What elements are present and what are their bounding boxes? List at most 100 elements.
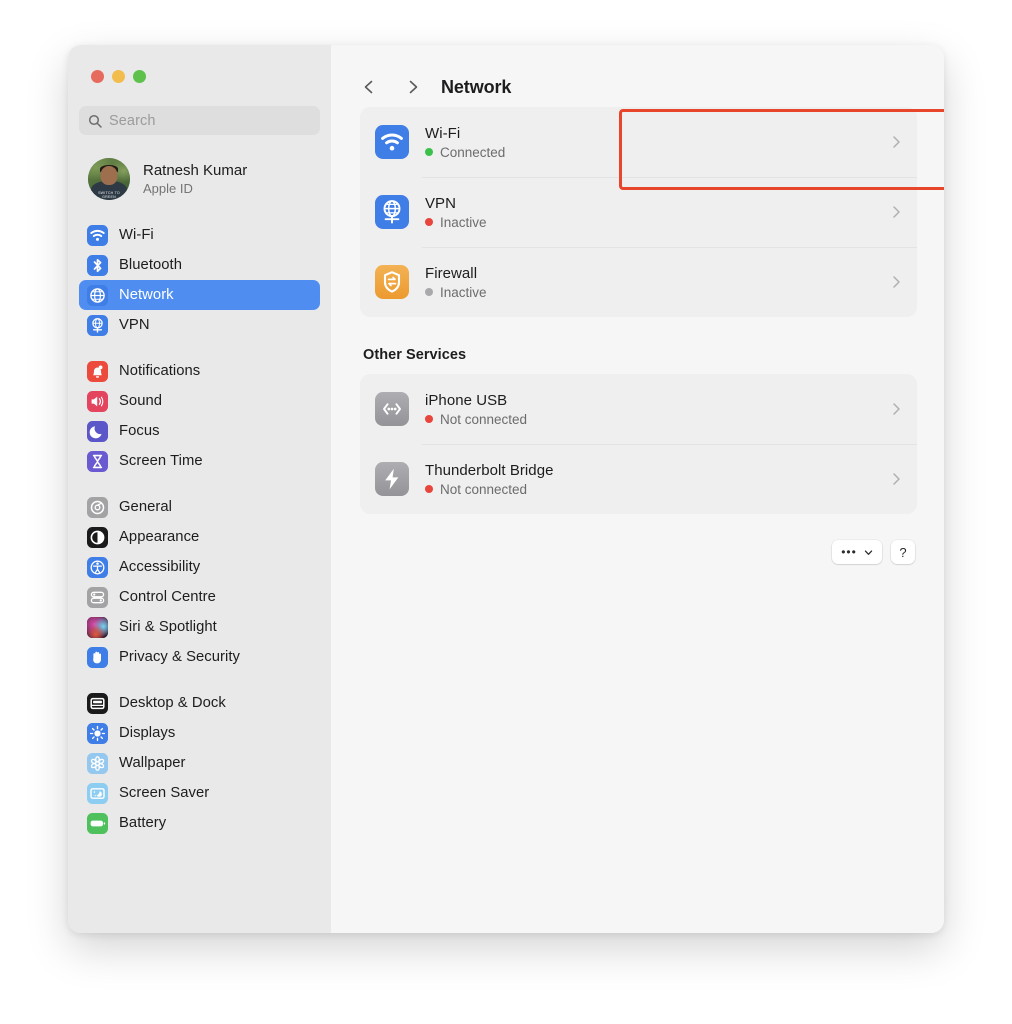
- status-label: Inactive: [440, 214, 487, 230]
- search-icon: [88, 114, 102, 128]
- service-status: Inactive: [425, 285, 889, 300]
- other-services-card: iPhone USB Not connected Thunderbolt Bri…: [360, 374, 917, 514]
- bluetooth-icon: [87, 254, 108, 276]
- service-row-vpn[interactable]: VPN Inactive: [360, 177, 917, 247]
- sidebar-item-label: Bluetooth: [119, 257, 182, 273]
- service-title: VPN: [425, 194, 456, 212]
- service-row-iphone-usb[interactable]: iPhone USB Not connected: [360, 374, 917, 444]
- service-row-thunderbolt-bridge[interactable]: Thunderbolt Bridge Not connected: [360, 444, 917, 514]
- sidebar-item-label: Sound: [119, 393, 163, 409]
- sidebar-item-control-centre[interactable]: Control Centre: [79, 582, 320, 612]
- hourglass-icon: [87, 450, 108, 472]
- wifi-icon: [87, 224, 108, 246]
- service-status: Connected: [425, 145, 889, 160]
- sidebar: Search SWITCH TO GREEN Ratnesh Kumar App…: [68, 45, 331, 933]
- footer-buttons: ••• ?: [360, 540, 917, 564]
- sidebar-item-screen-time[interactable]: Screen Time: [79, 446, 320, 476]
- bell-icon: [87, 360, 108, 382]
- system-settings-window: Search SWITCH TO GREEN Ratnesh Kumar App…: [68, 45, 944, 933]
- minimise-button[interactable]: [112, 70, 125, 83]
- sidebar-item-siri-spotlight[interactable]: Siri & Spotlight: [79, 612, 320, 642]
- sidebar-item-displays[interactable]: Displays: [79, 718, 320, 748]
- account-subtitle: Apple ID: [143, 181, 193, 196]
- more-options-label: •••: [841, 545, 857, 559]
- close-button[interactable]: [91, 70, 104, 83]
- more-options-button[interactable]: •••: [832, 540, 882, 564]
- sidebar-item-label: VPN: [119, 317, 150, 333]
- zoom-button[interactable]: [133, 70, 146, 83]
- wifi-icon: [375, 125, 409, 159]
- sidebar-item-label: Siri & Spotlight: [119, 619, 217, 635]
- disclosure-chevron-icon[interactable]: [889, 402, 903, 416]
- sidebar-item-desktop-dock[interactable]: Desktop & Dock: [79, 688, 320, 718]
- status-label: Inactive: [440, 284, 487, 300]
- sidebar-item-privacy-security[interactable]: Privacy & Security: [79, 642, 320, 672]
- sidebar-item-sound[interactable]: Sound: [79, 386, 320, 416]
- sidebar-item-vpn[interactable]: VPN: [79, 310, 320, 340]
- status-dot: [425, 415, 433, 423]
- hand-icon: [87, 646, 108, 668]
- vpn-globe-icon: [87, 314, 108, 336]
- disclosure-chevron-icon[interactable]: [889, 472, 903, 486]
- sidebar-item-network[interactable]: Network: [79, 280, 320, 310]
- search-input[interactable]: Search: [79, 106, 320, 135]
- control-centre-icon: [87, 586, 108, 608]
- sidebar-item-label: Focus: [119, 423, 160, 439]
- status-dot: [425, 218, 433, 226]
- back-button[interactable]: [354, 72, 384, 102]
- content-pane: Network Wi-Fi Connected VPN Inactive Fir…: [331, 45, 944, 933]
- sidebar-item-label: Screen Time: [119, 453, 203, 469]
- status-label: Not connected: [440, 481, 528, 497]
- vpn-globe-icon: [375, 195, 409, 229]
- section-heading-other-services: Other Services: [363, 347, 467, 363]
- sidebar-item-wallpaper[interactable]: Wallpaper: [79, 748, 320, 778]
- sidebar-item-label: Battery: [119, 815, 167, 831]
- sidebar-item-label: Desktop & Dock: [119, 695, 226, 711]
- thunderbolt-icon: [375, 462, 409, 496]
- sidebar-group-alerts: Notifications Sound Focus Screen Time: [79, 356, 320, 476]
- search-placeholder: Search: [109, 112, 156, 129]
- disclosure-chevron-icon[interactable]: [889, 135, 903, 149]
- service-status: Inactive: [425, 215, 889, 230]
- sidebar-item-label: Displays: [119, 725, 176, 741]
- sidebar-item-label: Wi-Fi: [119, 227, 154, 243]
- status-dot: [425, 148, 433, 156]
- avatar: SWITCH TO GREEN: [88, 158, 130, 200]
- help-button[interactable]: ?: [891, 540, 915, 564]
- sidebar-item-general[interactable]: General: [79, 492, 320, 522]
- sidebar-item-label: Control Centre: [119, 589, 216, 605]
- apple-id-account-row[interactable]: SWITCH TO GREEN Ratnesh Kumar Apple ID: [79, 152, 320, 206]
- usb-link-icon: [375, 392, 409, 426]
- service-title: Firewall: [425, 264, 478, 282]
- status-label: Not connected: [440, 411, 528, 427]
- service-status: Not connected: [425, 412, 889, 427]
- forward-button[interactable]: [398, 72, 428, 102]
- disclosure-chevron-icon[interactable]: [889, 275, 903, 289]
- chevron-right-icon: [409, 80, 418, 94]
- sidebar-item-appearance[interactable]: Appearance: [79, 522, 320, 552]
- sidebar-group-system: General Appearance Accessibility Control…: [79, 492, 320, 672]
- appearance-icon: [87, 526, 108, 548]
- sidebar-item-bluetooth[interactable]: Bluetooth: [79, 250, 320, 280]
- disclosure-chevron-icon[interactable]: [889, 205, 903, 219]
- chevron-down-icon: [864, 549, 872, 555]
- toolbar: Network: [331, 45, 944, 107]
- sidebar-item-notifications[interactable]: Notifications: [79, 356, 320, 386]
- sidebar-item-label: Notifications: [119, 363, 201, 379]
- sidebar-item-label: General: [119, 499, 172, 515]
- sidebar-item-wi-fi[interactable]: Wi-Fi: [79, 220, 320, 250]
- window-controls: [68, 45, 331, 83]
- brightness-icon: [87, 722, 108, 744]
- service-row-wi-fi[interactable]: Wi-Fi Connected: [360, 107, 917, 177]
- sidebar-item-label: Network: [119, 287, 174, 303]
- wallpaper-icon: [87, 752, 108, 774]
- speaker-icon: [87, 390, 108, 412]
- sidebar-item-accessibility[interactable]: Accessibility: [79, 552, 320, 582]
- service-row-firewall[interactable]: Firewall Inactive: [360, 247, 917, 317]
- sidebar-item-screen-saver[interactable]: Screen Saver: [79, 778, 320, 808]
- battery-icon: [87, 812, 108, 834]
- page-title: Network: [441, 76, 512, 97]
- sidebar-group-display: Desktop & Dock Displays Wallpaper Screen…: [79, 688, 320, 838]
- sidebar-item-focus[interactable]: Focus: [79, 416, 320, 446]
- sidebar-item-battery[interactable]: Battery: [79, 808, 320, 838]
